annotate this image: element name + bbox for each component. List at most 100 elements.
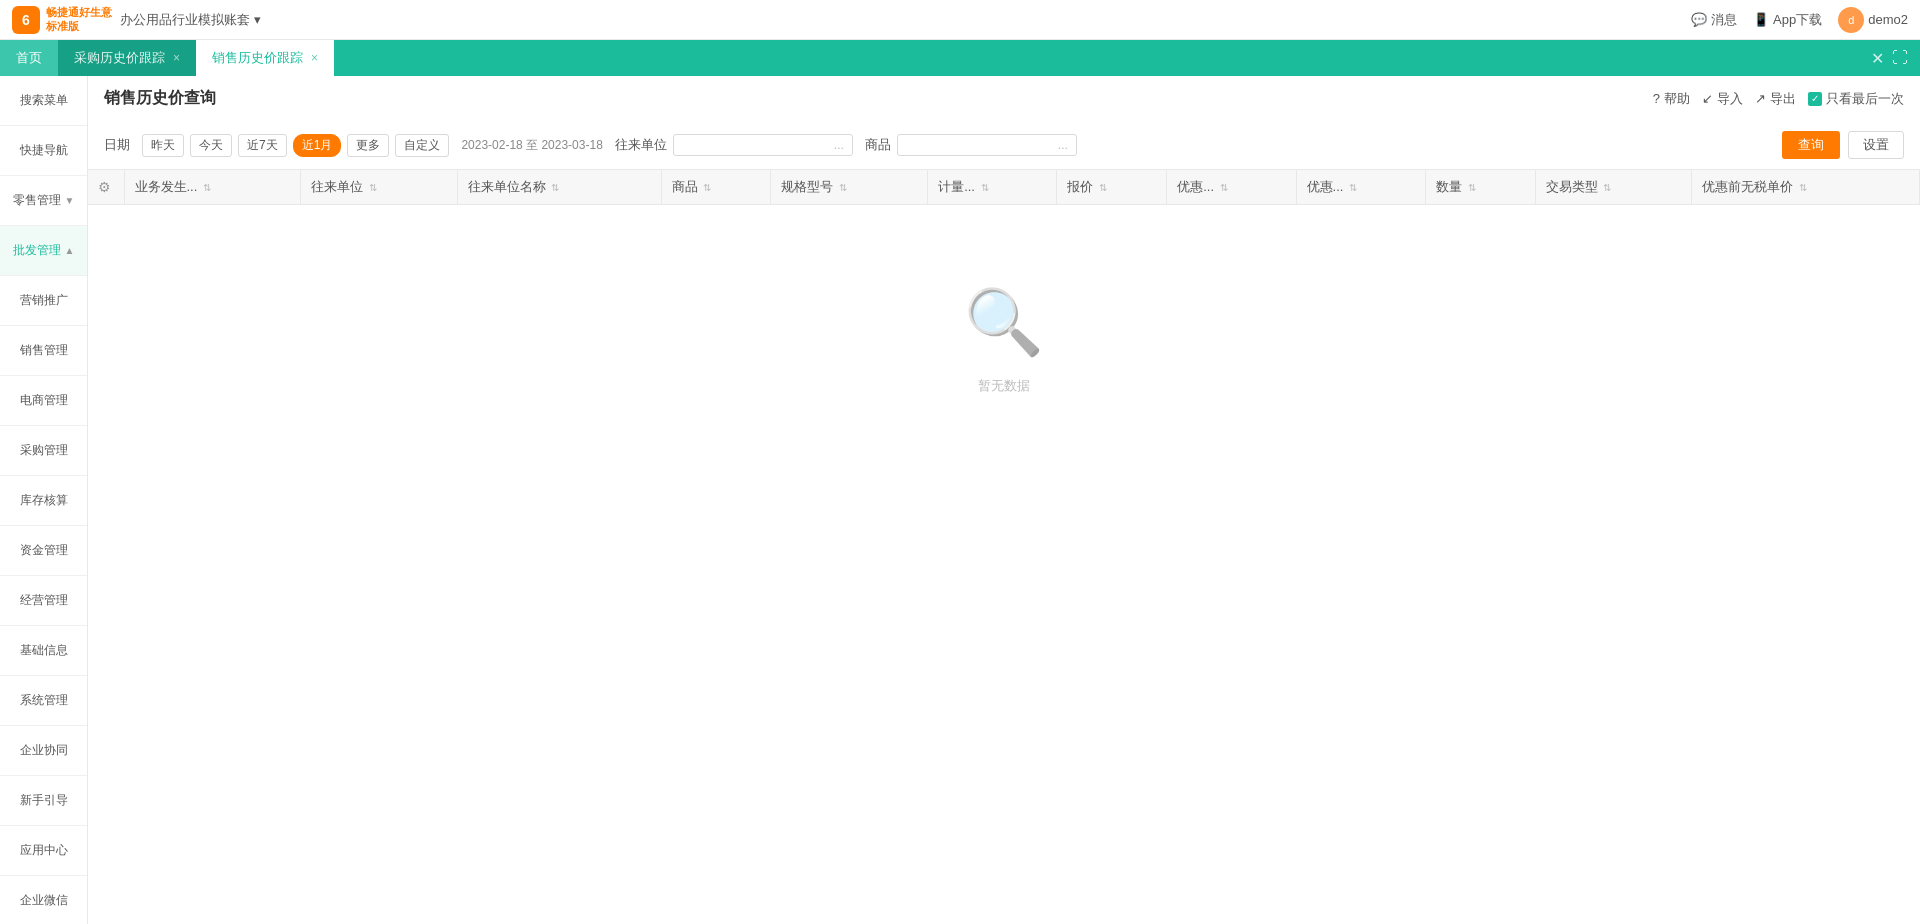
th-goods[interactable]: 商品 ⇅	[661, 170, 771, 205]
top-bar-left: 6 畅捷通好生意 标准版 办公用品行业模拟账套 ▾	[12, 6, 261, 34]
export-btn[interactable]: ↗ 导出	[1755, 90, 1796, 108]
sort-icon: ⇅	[1099, 182, 1107, 193]
sort-icon: ⇅	[551, 182, 559, 193]
sort-icon: ⇅	[703, 182, 711, 193]
sidebar-item-search-menu[interactable]: 搜索菜单	[0, 76, 87, 126]
date-custom-btn[interactable]: 自定义	[395, 134, 449, 157]
th-spec[interactable]: 规格型号 ⇅	[771, 170, 928, 205]
app-download-btn[interactable]: 📱 App下载	[1753, 11, 1822, 29]
sidebar-item-marketing[interactable]: 营销推广	[0, 276, 87, 326]
date-last1month-btn[interactable]: 近1月	[293, 134, 342, 157]
fullscreen-btn[interactable]: ⛶	[1892, 49, 1908, 67]
sort-icon: ⇅	[1468, 182, 1476, 193]
logo-area: 6 畅捷通好生意 标准版	[12, 6, 112, 34]
sidebar-item-retail-mgmt[interactable]: 零售管理 ▼	[0, 176, 87, 226]
page-actions: ? 帮助 ↙ 导入 ↗ 导出 ✓ 只看最后一次	[1653, 90, 1904, 108]
top-bar-right: 💬 消息 📱 App下载 d demo2	[1691, 7, 1908, 33]
settings-button[interactable]: 设置	[1848, 131, 1904, 159]
sidebar-item-system-mgmt[interactable]: 系统管理	[0, 676, 87, 726]
tab-home-label: 首页	[16, 49, 42, 67]
tab-bar: 首页 采购历史价跟踪 × 销售历史价跟踪 × ✕ ⛶	[0, 40, 1920, 76]
import-btn[interactable]: ↙ 导入	[1702, 90, 1743, 108]
date-today-btn[interactable]: 今天	[190, 134, 232, 157]
th-discount1[interactable]: 优惠... ⇅	[1167, 170, 1296, 205]
page-title: 销售历史价查询	[104, 88, 216, 109]
sidebar-item-quick-nav[interactable]: 快捷导航	[0, 126, 87, 176]
th-partner-code[interactable]: 往来单位 ⇅	[300, 170, 457, 205]
filter-row: 日期 昨天 今天 近7天 近1月 更多 自定义 2023-02-18 至 202…	[104, 121, 1904, 169]
partner-dots: ...	[834, 138, 844, 152]
goods-label: 商品	[865, 136, 891, 154]
checkbox-icon: ✓	[1808, 92, 1822, 106]
sidebar-item-enterprise-collab[interactable]: 企业协同	[0, 726, 87, 776]
help-btn[interactable]: ? 帮助	[1653, 90, 1690, 108]
sidebar-item-enterprise-wechat[interactable]: 企业微信	[0, 876, 87, 924]
filter-actions: 查询 设置	[1782, 131, 1904, 159]
table-body: 🔍 暂无数据	[88, 205, 1920, 476]
avatar: d	[1838, 7, 1864, 33]
sidebar-item-new-guide[interactable]: 新手引导	[0, 776, 87, 826]
empty-state-row: 🔍 暂无数据	[88, 205, 1920, 476]
tab-purchase-label: 采购历史价跟踪	[74, 49, 165, 67]
phone-icon: 📱	[1753, 12, 1769, 27]
sidebar-item-app-center[interactable]: 应用中心	[0, 826, 87, 876]
date-yesterday-btn[interactable]: 昨天	[142, 134, 184, 157]
dropdown-chevron-icon: ▾	[254, 12, 261, 27]
sidebar-item-operations-mgmt[interactable]: 经营管理	[0, 576, 87, 626]
gear-icon[interactable]: ⚙	[98, 179, 111, 195]
tab-home[interactable]: 首页	[0, 40, 58, 76]
page-header: 销售历史价查询 ? 帮助 ↙ 导入 ↗ 导出 ✓	[88, 76, 1920, 170]
logo-text: 畅捷通好生意 标准版	[46, 6, 112, 32]
chevron-up-icon: ▲	[65, 245, 75, 256]
date-last7days-btn[interactable]: 近7天	[238, 134, 287, 157]
sort-icon: ⇅	[369, 182, 377, 193]
sort-icon: ⇅	[1799, 182, 1807, 193]
th-pre-tax-price[interactable]: 优惠前无税单价 ⇅	[1692, 170, 1920, 205]
tab-purchase-close-icon[interactable]: ×	[173, 51, 180, 65]
goods-input[interactable]: ...	[897, 134, 1077, 156]
th-partner-name[interactable]: 往来单位名称 ⇅	[457, 170, 661, 205]
th-quantity[interactable]: 数量 ⇅	[1425, 170, 1535, 205]
empty-text: 暂无数据	[978, 377, 1030, 395]
sort-icon: ⇅	[839, 182, 847, 193]
sidebar-item-finance-mgmt[interactable]: 资金管理	[0, 526, 87, 576]
main-layout: 搜索菜单 快捷导航 零售管理 ▼ 批发管理 ▲ 营销推广 销售管理 电商管理 采…	[0, 76, 1920, 924]
page-title-row: 销售历史价查询 ? 帮助 ↙ 导入 ↗ 导出 ✓	[104, 88, 1904, 109]
only-last-checkbox[interactable]: ✓ 只看最后一次	[1808, 90, 1904, 108]
help-icon: ?	[1653, 91, 1660, 106]
th-biz-date[interactable]: 业务发生... ⇅	[124, 170, 300, 205]
partner-input[interactable]: ...	[673, 134, 853, 156]
sort-icon: ⇅	[981, 182, 989, 193]
sidebar-item-inventory[interactable]: 库存核算	[0, 476, 87, 526]
table-header-row: ⚙ 业务发生... ⇅ 往来单位 ⇅ 往来单位名称 ⇅	[88, 170, 1920, 205]
user-menu[interactable]: d demo2	[1838, 7, 1908, 33]
empty-icon: 🔍	[964, 285, 1044, 365]
import-icon: ↙	[1702, 91, 1713, 106]
sort-icon: ⇅	[203, 182, 211, 193]
message-icon: 💬	[1691, 12, 1707, 27]
th-unit[interactable]: 计量... ⇅	[928, 170, 1057, 205]
top-bar: 6 畅捷通好生意 标准版 办公用品行业模拟账套 ▾ 💬 消息 📱 App下载 d…	[0, 0, 1920, 40]
date-range-text: 2023-02-18 至 2023-03-18	[461, 137, 602, 154]
date-more-btn[interactable]: 更多	[347, 134, 389, 157]
th-quote[interactable]: 报价 ⇅	[1057, 170, 1167, 205]
message-btn[interactable]: 💬 消息	[1691, 11, 1737, 29]
sidebar-item-sales-mgmt[interactable]: 销售管理	[0, 326, 87, 376]
tab-sales-history[interactable]: 销售历史价跟踪 ×	[196, 40, 334, 76]
sidebar-item-purchase-mgmt[interactable]: 采购管理	[0, 426, 87, 476]
tab-sales-close-icon[interactable]: ×	[311, 51, 318, 65]
th-discount2[interactable]: 优惠... ⇅	[1296, 170, 1425, 205]
partner-label: 往来单位	[615, 136, 667, 154]
close-tabs-btn[interactable]: ✕	[1871, 49, 1884, 68]
tab-purchase-history[interactable]: 采购历史价跟踪 ×	[58, 40, 196, 76]
sidebar-item-basic-info[interactable]: 基础信息	[0, 626, 87, 676]
sidebar-item-ecommerce-mgmt[interactable]: 电商管理	[0, 376, 87, 426]
sidebar-item-wholesale-mgmt[interactable]: 批发管理 ▲	[0, 226, 87, 276]
partner-filter: 往来单位 ...	[615, 134, 853, 156]
th-trade-type[interactable]: 交易类型 ⇅	[1535, 170, 1692, 205]
query-button[interactable]: 查询	[1782, 131, 1840, 159]
nav-dropdown[interactable]: 办公用品行业模拟账套 ▾	[120, 11, 261, 29]
goods-dots: ...	[1058, 138, 1068, 152]
data-table: ⚙ 业务发生... ⇅ 往来单位 ⇅ 往来单位名称 ⇅	[88, 170, 1920, 475]
date-buttons: 昨天 今天 近7天 近1月 更多 自定义	[142, 134, 449, 157]
